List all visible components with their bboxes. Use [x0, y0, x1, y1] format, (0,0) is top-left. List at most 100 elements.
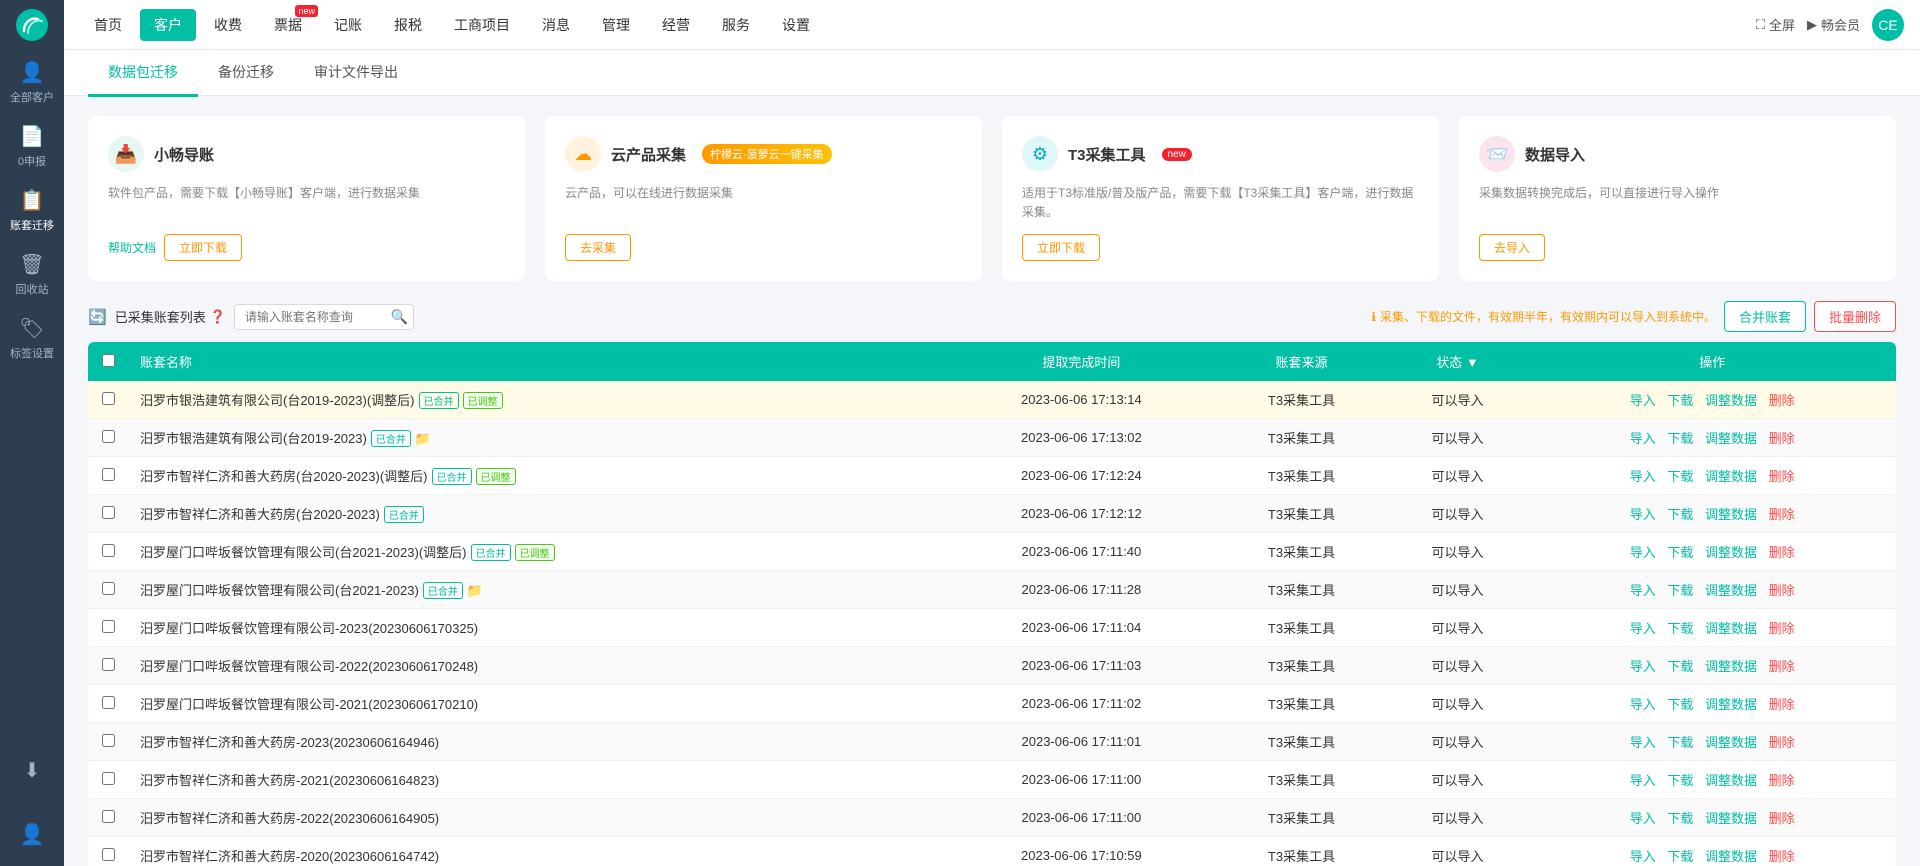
import-action[interactable]: 导入: [1626, 545, 1660, 560]
delete-action[interactable]: 删除: [1765, 393, 1799, 408]
download-action[interactable]: 下载: [1663, 811, 1697, 826]
refresh-icon[interactable]: 🔄: [88, 308, 107, 326]
import-action[interactable]: 导入: [1626, 849, 1660, 864]
row-checkbox[interactable]: [102, 468, 115, 481]
import-action[interactable]: 导入: [1626, 773, 1660, 788]
row-checkbox[interactable]: [102, 734, 115, 747]
nav-management[interactable]: 管理: [588, 9, 644, 41]
sidebar-item-recycle[interactable]: 🗑 回收站: [0, 242, 64, 306]
adjust-action[interactable]: 调整数据: [1701, 697, 1761, 712]
row-checkbox[interactable]: [102, 582, 115, 595]
download-action[interactable]: 下载: [1663, 735, 1697, 750]
download-action[interactable]: 下载: [1663, 507, 1697, 522]
import-action[interactable]: 导入: [1626, 697, 1660, 712]
download-t3-button[interactable]: 立即下载: [1022, 234, 1100, 261]
sidebar-item-user-settings[interactable]: 👤: [0, 802, 64, 866]
import-action[interactable]: 导入: [1626, 735, 1660, 750]
adjust-action[interactable]: 调整数据: [1701, 583, 1761, 598]
adjust-action[interactable]: 调整数据: [1701, 811, 1761, 826]
tab-backup-migration[interactable]: 备份迁移: [198, 50, 294, 97]
import-action[interactable]: 导入: [1626, 583, 1660, 598]
download-action[interactable]: 下载: [1663, 659, 1697, 674]
vip-button[interactable]: ▶ 畅会员: [1807, 15, 1860, 34]
sidebar-item-download[interactable]: ⬇: [0, 738, 64, 802]
delete-action[interactable]: 删除: [1765, 659, 1799, 674]
row-checkbox[interactable]: [102, 848, 115, 861]
adjust-action[interactable]: 调整数据: [1701, 773, 1761, 788]
search-icon[interactable]: 🔍: [390, 308, 407, 325]
download-action[interactable]: 下载: [1663, 545, 1697, 560]
download-action[interactable]: 下载: [1663, 849, 1697, 864]
select-all-checkbox[interactable]: [102, 354, 115, 367]
delete-action[interactable]: 删除: [1765, 621, 1799, 636]
user-avatar[interactable]: CE: [1872, 9, 1904, 41]
tab-audit-export[interactable]: 审计文件导出: [294, 50, 418, 97]
sidebar-item-zero-report[interactable]: 📄 0申报: [0, 114, 64, 178]
download-action[interactable]: 下载: [1663, 773, 1697, 788]
download-action[interactable]: 下载: [1663, 431, 1697, 446]
delete-action[interactable]: 删除: [1765, 583, 1799, 598]
download-action[interactable]: 下载: [1663, 469, 1697, 484]
import-action[interactable]: 导入: [1626, 811, 1660, 826]
nav-business[interactable]: 工商项目: [440, 9, 524, 41]
import-action[interactable]: 导入: [1626, 431, 1660, 446]
adjust-action[interactable]: 调整数据: [1701, 431, 1761, 446]
delete-action[interactable]: 删除: [1765, 431, 1799, 446]
row-checkbox[interactable]: [102, 392, 115, 405]
tab-data-migration[interactable]: 数据包迁移: [88, 50, 198, 97]
nav-fees[interactable]: 收费: [200, 9, 256, 41]
nav-client[interactable]: 客户: [140, 9, 196, 41]
row-checkbox[interactable]: [102, 696, 115, 709]
nav-invoice[interactable]: 票据 new: [260, 9, 316, 41]
nav-service[interactable]: 服务: [708, 9, 764, 41]
download-action[interactable]: 下载: [1663, 393, 1697, 408]
merge-button[interactable]: 合并账套: [1724, 301, 1806, 332]
fullscreen-button[interactable]: ⛶ 全屏: [1756, 15, 1795, 34]
row-checkbox[interactable]: [102, 506, 115, 519]
row-checkbox[interactable]: [102, 430, 115, 443]
row-checkbox[interactable]: [102, 658, 115, 671]
delete-action[interactable]: 删除: [1765, 773, 1799, 788]
import-action[interactable]: 导入: [1626, 659, 1660, 674]
app-logo[interactable]: [0, 0, 64, 50]
import-action[interactable]: 导入: [1626, 393, 1660, 408]
delete-action[interactable]: 删除: [1765, 507, 1799, 522]
adjust-action[interactable]: 调整数据: [1701, 507, 1761, 522]
nav-home[interactable]: 首页: [80, 9, 136, 41]
adjust-action[interactable]: 调整数据: [1701, 393, 1761, 408]
help-doc-link[interactable]: 帮助文档: [108, 239, 156, 256]
adjust-action[interactable]: 调整数据: [1701, 469, 1761, 484]
nav-bookkeeping[interactable]: 记账: [320, 9, 376, 41]
delete-action[interactable]: 删除: [1765, 811, 1799, 826]
delete-action[interactable]: 删除: [1765, 697, 1799, 712]
delete-action[interactable]: 删除: [1765, 545, 1799, 560]
nav-message[interactable]: 消息: [528, 9, 584, 41]
row-checkbox[interactable]: [102, 810, 115, 823]
row-checkbox[interactable]: [102, 772, 115, 785]
go-import-button[interactable]: 去导入: [1479, 234, 1545, 261]
adjust-action[interactable]: 调整数据: [1701, 621, 1761, 636]
download-action[interactable]: 下载: [1663, 621, 1697, 636]
sidebar-item-tag-settings[interactable]: 🏷 标签设置: [0, 306, 64, 370]
sidebar-item-all-clients[interactable]: 👤 全部客户: [0, 50, 64, 114]
sidebar-item-account-migration[interactable]: 📋 账套迁移: [0, 178, 64, 242]
delete-action[interactable]: 删除: [1765, 849, 1799, 864]
batch-delete-button[interactable]: 批量删除: [1814, 301, 1896, 332]
import-action[interactable]: 导入: [1626, 469, 1660, 484]
import-action[interactable]: 导入: [1626, 621, 1660, 636]
delete-action[interactable]: 删除: [1765, 735, 1799, 750]
download-action[interactable]: 下载: [1663, 697, 1697, 712]
search-input[interactable]: [234, 304, 414, 330]
adjust-action[interactable]: 调整数据: [1701, 849, 1761, 864]
download-now-button[interactable]: 立即下载: [164, 234, 242, 261]
nav-operation[interactable]: 经营: [648, 9, 704, 41]
nav-settings[interactable]: 设置: [768, 9, 824, 41]
nav-tax[interactable]: 报税: [380, 9, 436, 41]
import-action[interactable]: 导入: [1626, 507, 1660, 522]
adjust-action[interactable]: 调整数据: [1701, 659, 1761, 674]
row-checkbox[interactable]: [102, 544, 115, 557]
adjust-action[interactable]: 调整数据: [1701, 735, 1761, 750]
download-action[interactable]: 下载: [1663, 583, 1697, 598]
delete-action[interactable]: 删除: [1765, 469, 1799, 484]
go-collect-button[interactable]: 去采集: [565, 234, 631, 261]
